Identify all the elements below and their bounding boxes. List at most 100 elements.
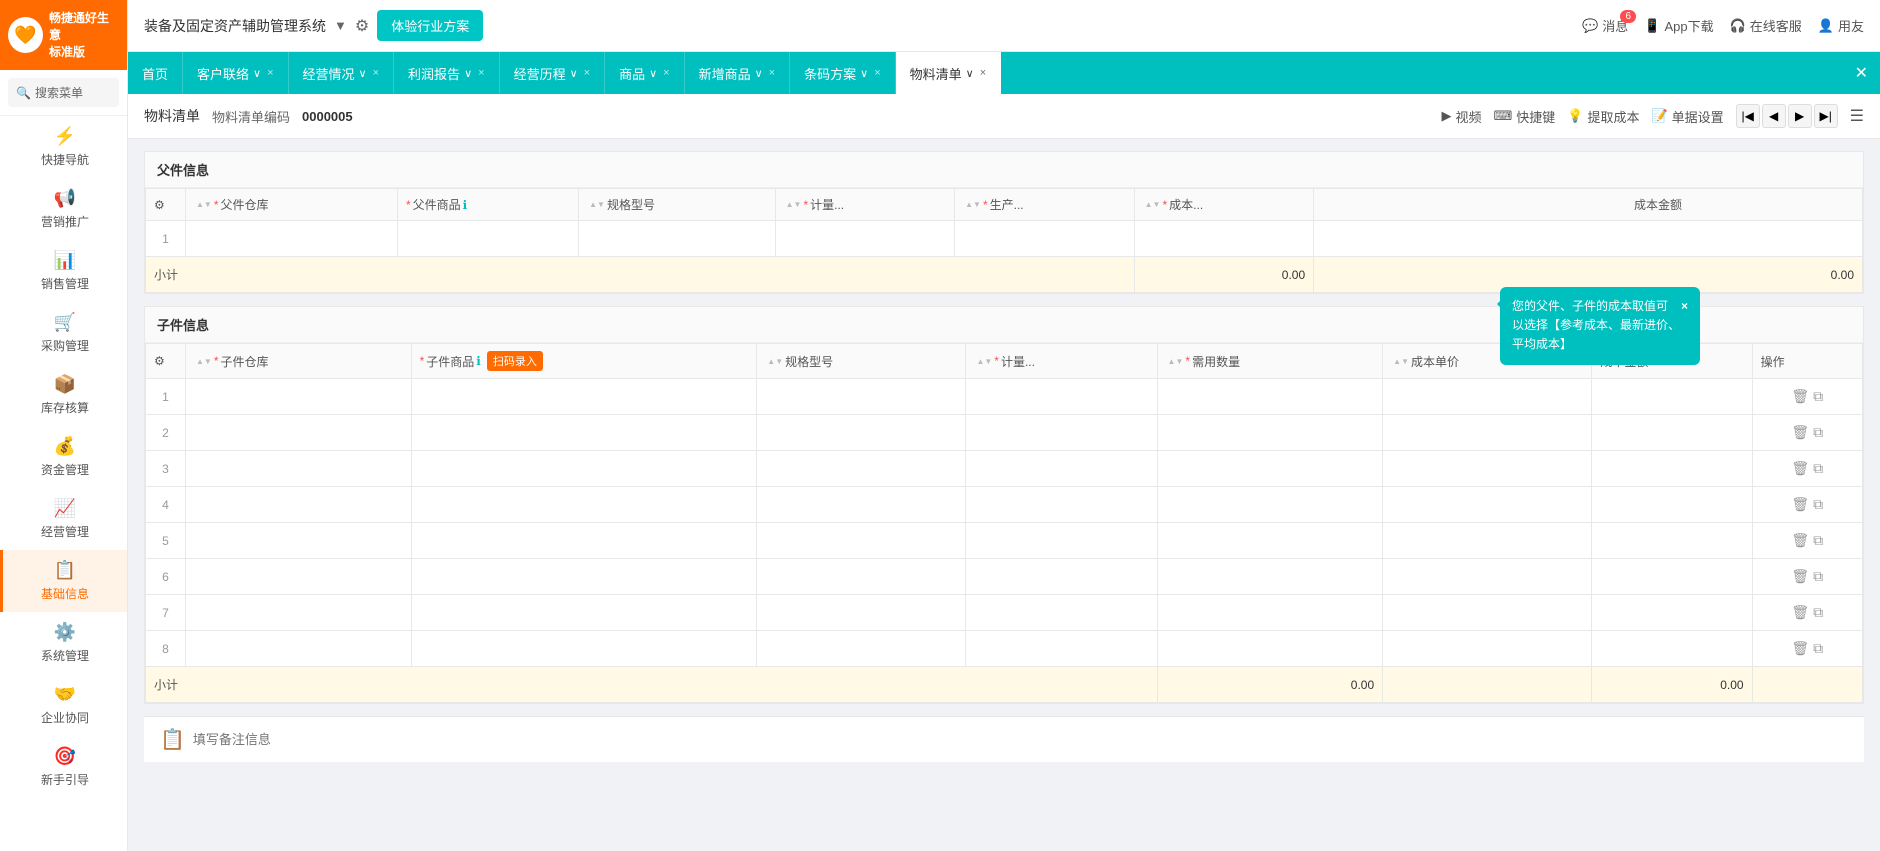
sidebar-item-system[interactable]: ⚙️ 系统管理 (0, 612, 127, 674)
tab-business-status[interactable]: 经营情况 ∨ × (289, 52, 395, 94)
system-dropdown-arrow[interactable]: ▼ (334, 18, 347, 33)
child-row-7-goods[interactable] (411, 595, 757, 631)
next-record-button[interactable]: ▶ (1788, 104, 1812, 128)
sidebar-item-quick-nav[interactable]: ⚡ 快捷导航 (0, 116, 127, 178)
sidebar-item-basic-info[interactable]: 📋 基础信息 (0, 550, 127, 612)
child-row-8-price[interactable] (1383, 631, 1592, 667)
tab-barcode[interactable]: 条码方案 ∨ × (790, 52, 896, 94)
child-spec-sort[interactable]: ▲▼ (767, 357, 783, 366)
child-row-7-delete[interactable]: 🗑 (1791, 604, 1809, 621)
child-row-2-price[interactable] (1383, 415, 1592, 451)
close-all-tabs-button[interactable]: ✕ (1843, 52, 1880, 94)
online-service-button[interactable]: 🎧 在线客服 (1730, 16, 1802, 35)
cost-sort[interactable]: ▲▼ (1145, 200, 1161, 209)
trial-button[interactable]: 体验行业方案 (377, 10, 483, 41)
child-row-6-warehouse[interactable] (186, 559, 412, 595)
child-row-5-unit[interactable] (966, 523, 1157, 559)
child-row-6-copy[interactable]: ⧉ (1813, 568, 1823, 585)
tab-goods[interactable]: 商品 ∨ × (605, 52, 685, 94)
child-row-5-delete[interactable]: 🗑 (1791, 532, 1809, 549)
parent-row-1-spec[interactable] (579, 221, 775, 257)
child-row-1-qty[interactable] (1157, 379, 1383, 415)
extract-cost-button[interactable]: 💡 提取成本 (1567, 107, 1639, 126)
child-row-7-unit[interactable] (966, 595, 1157, 631)
child-row-4-warehouse[interactable] (186, 487, 412, 523)
child-row-2-copy[interactable]: ⧉ (1813, 424, 1823, 441)
child-row-2-goods[interactable] (411, 415, 757, 451)
child-row-8-goods[interactable] (411, 631, 757, 667)
child-row-8-unit[interactable] (966, 631, 1157, 667)
child-row-1-copy[interactable]: ⧉ (1813, 388, 1823, 405)
child-row-3-qty[interactable] (1157, 451, 1383, 487)
child-row-4-unit[interactable] (966, 487, 1157, 523)
tab-history-close[interactable]: × (584, 67, 590, 79)
app-download-button[interactable]: 📱 App下载 (1644, 16, 1713, 35)
sidebar-item-operation[interactable]: 📈 经营管理 (0, 488, 127, 550)
child-row-7-qty[interactable] (1157, 595, 1383, 631)
child-row-1-price[interactable] (1383, 379, 1592, 415)
child-row-6-qty[interactable] (1157, 559, 1383, 595)
tab-bom-close[interactable]: × (980, 67, 986, 79)
child-row-7-warehouse[interactable] (186, 595, 412, 631)
child-warehouse-sort[interactable]: ▲▼ (196, 357, 212, 366)
child-row-4-qty[interactable] (1157, 487, 1383, 523)
child-row-3-price[interactable] (1383, 451, 1592, 487)
child-row-3-delete[interactable]: 🗑 (1791, 460, 1809, 477)
child-row-6-delete[interactable]: 🗑 (1791, 568, 1809, 585)
tab-barcode-close[interactable]: × (874, 67, 880, 79)
child-row-2-delete[interactable]: 🗑 (1791, 424, 1809, 441)
child-row-1-goods[interactable] (411, 379, 757, 415)
child-unit-sort[interactable]: ▲▼ (976, 357, 992, 366)
prev-record-button[interactable]: ◀ (1762, 104, 1786, 128)
scan-input-badge[interactable]: 扫码录入 (487, 351, 543, 371)
view-video-button[interactable]: ▶ 视频 (1441, 107, 1481, 126)
child-row-1-delete[interactable]: 🗑 (1791, 388, 1809, 405)
shortcut-button[interactable]: ⌨ 快捷键 (1493, 107, 1555, 126)
child-row-4-price[interactable] (1383, 487, 1592, 523)
tab-new-goods[interactable]: 新增商品 ∨ × (685, 52, 791, 94)
parent-row-1-goods[interactable] (397, 221, 578, 257)
child-goods-info-icon[interactable]: ℹ (476, 354, 481, 368)
sidebar-item-guide[interactable]: 🎯 新手引导 (0, 736, 127, 798)
child-row-4-delete[interactable]: 🗑 (1791, 496, 1809, 513)
sidebar-item-collab[interactable]: 🤝 企业协同 (0, 674, 127, 736)
parent-col-settings[interactable]: ⚙ (146, 189, 186, 221)
child-row-6-goods[interactable] (411, 559, 757, 595)
child-row-1-spec[interactable] (757, 379, 966, 415)
child-row-5-copy[interactable]: ⧉ (1813, 532, 1823, 549)
child-row-2-warehouse[interactable] (186, 415, 412, 451)
tab-home[interactable]: 首页 (128, 52, 183, 94)
child-row-8-copy[interactable]: ⧉ (1813, 640, 1823, 657)
goods-info-icon[interactable]: ℹ (463, 198, 468, 212)
warehouse-sort[interactable]: ▲▼ (196, 200, 212, 209)
child-row-5-goods[interactable] (411, 523, 757, 559)
parent-row-1-unit[interactable] (775, 221, 955, 257)
last-record-button[interactable]: ▶| (1814, 104, 1838, 128)
child-row-1-unit[interactable] (966, 379, 1157, 415)
child-row-8-spec[interactable] (757, 631, 966, 667)
tab-new-goods-close[interactable]: × (769, 67, 775, 79)
sidebar-item-purchase[interactable]: 🛒 采购管理 (0, 302, 127, 364)
child-col-settings[interactable]: ⚙ (146, 344, 186, 379)
child-row-3-goods[interactable] (411, 451, 757, 487)
tab-customer[interactable]: 客户联络 ∨ × (183, 52, 289, 94)
child-row-6-spec[interactable] (757, 559, 966, 595)
production-sort[interactable]: ▲▼ (965, 200, 981, 209)
tooltip-close-button[interactable]: × (1681, 297, 1688, 316)
child-row-7-copy[interactable]: ⧉ (1813, 604, 1823, 621)
single-settings-button[interactable]: 📝 单据设置 (1651, 107, 1723, 126)
child-row-4-spec[interactable] (757, 487, 966, 523)
child-row-3-warehouse[interactable] (186, 451, 412, 487)
first-record-button[interactable]: |◀ (1736, 104, 1760, 128)
child-row-5-spec[interactable] (757, 523, 966, 559)
child-row-6-unit[interactable] (966, 559, 1157, 595)
child-row-7-price[interactable] (1383, 595, 1592, 631)
tab-customer-close[interactable]: × (267, 67, 273, 79)
child-row-8-qty[interactable] (1157, 631, 1383, 667)
sidebar-item-inventory[interactable]: 📦 库存核算 (0, 364, 127, 426)
tab-profit[interactable]: 利润报告 ∨ × (394, 52, 500, 94)
child-row-4-copy[interactable]: ⧉ (1813, 496, 1823, 513)
child-row-3-unit[interactable] (966, 451, 1157, 487)
child-row-2-qty[interactable] (1157, 415, 1383, 451)
tab-business-status-close[interactable]: × (373, 67, 379, 79)
